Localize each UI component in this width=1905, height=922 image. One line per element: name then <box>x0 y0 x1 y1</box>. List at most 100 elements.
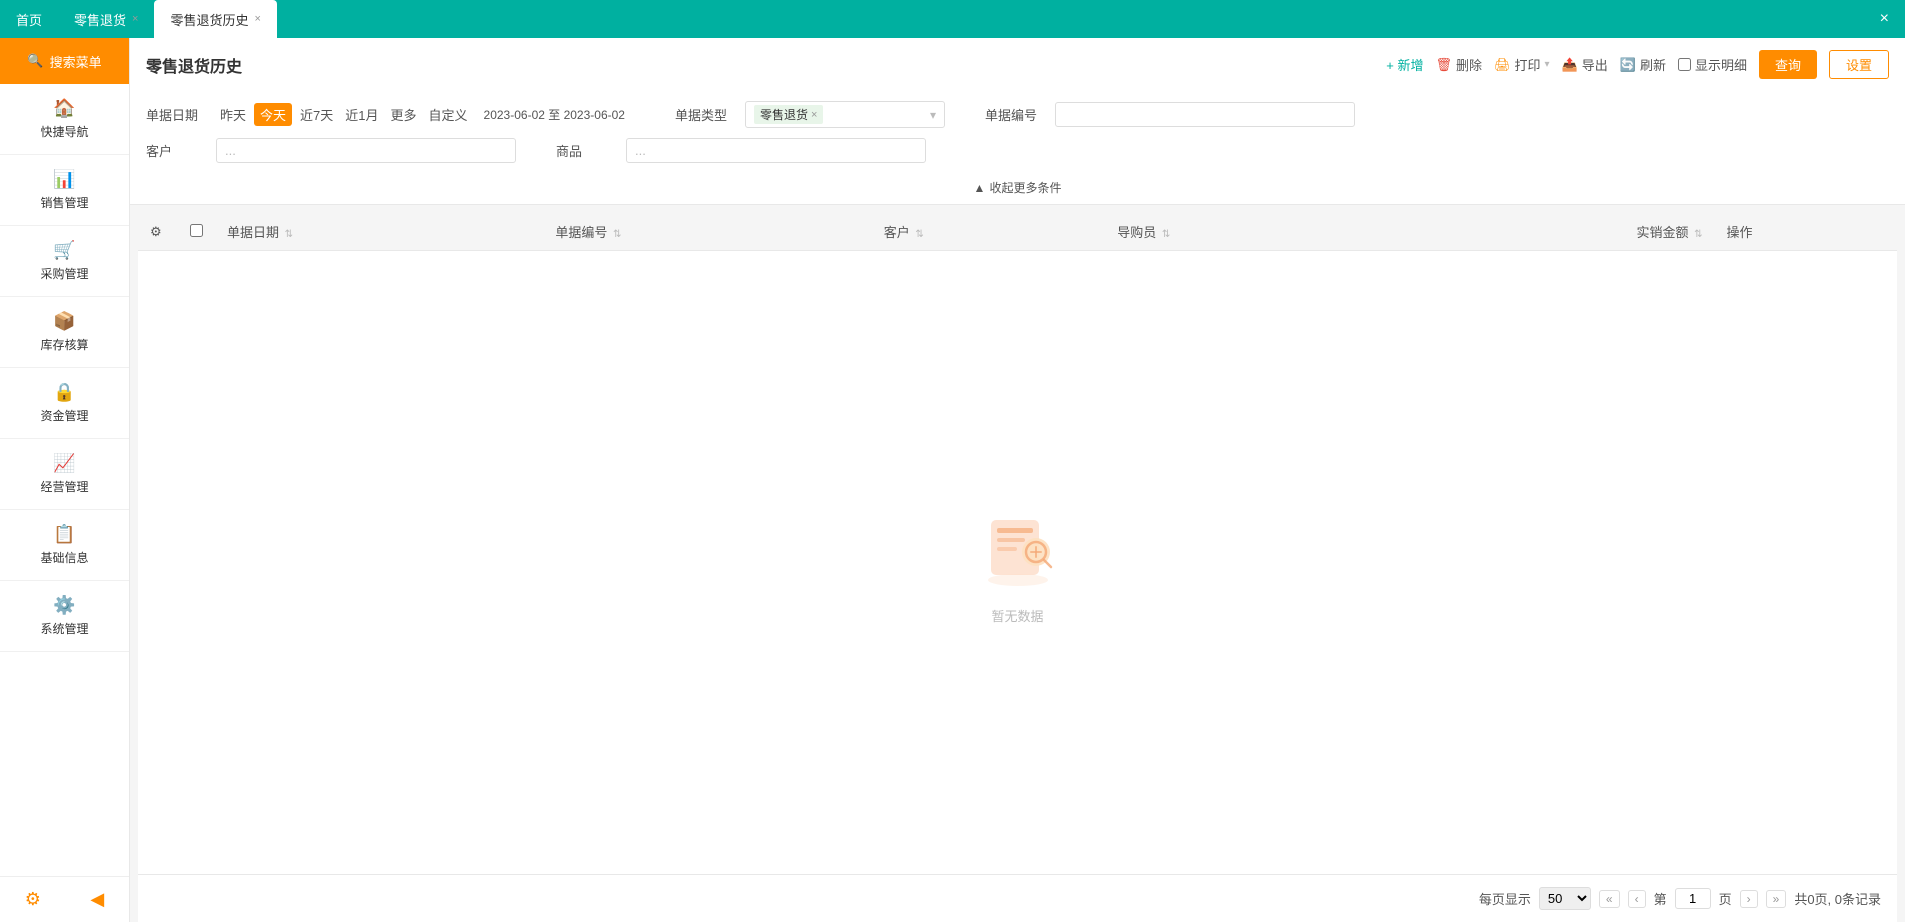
toolbar: + 新增 🗑 删除 🖨 打印 ▾ 📤 导出 🔄 <box>1386 50 1889 79</box>
date-opt-today[interactable]: 今天 <box>254 103 292 126</box>
number-filter-label: 单据编号 <box>985 105 1055 124</box>
finance-icon: 🔒 <box>53 382 75 403</box>
sidebar-item-label: 采购管理 <box>40 265 88 282</box>
th-checkbox <box>178 213 215 251</box>
type-dropdown-icon: ▾ <box>930 108 936 122</box>
refresh-button[interactable]: 🔄 刷新 <box>1620 55 1666 74</box>
print-button[interactable]: 🖨 打印 ▾ <box>1494 55 1550 74</box>
filter-row-customer: 客户 ... 商品 ... <box>146 138 1889 163</box>
sidebar-search-label: 搜索菜单 <box>50 52 102 71</box>
product-placeholder: ... <box>635 143 646 158</box>
date-opt-7days[interactable]: 近7天 <box>296 103 337 126</box>
filter-row-date: 单据日期 昨天 今天 近7天 近1月 更多 自定义 2023-06-02 至 2… <box>146 101 1889 128</box>
select-all-checkbox[interactable] <box>190 224 203 237</box>
sidebar: 🔍 搜索菜单 🏠 快捷导航 📊 销售管理 🛒 采购管理 📦 库存核算 🔒 资金管… <box>0 38 130 922</box>
show-detail-checkbox-input[interactable] <box>1678 58 1691 71</box>
sidebar-item-quick-nav[interactable]: 🏠 快捷导航 <box>0 84 129 155</box>
th-amount[interactable]: 实销金额 ⇅ <box>1386 213 1714 251</box>
sidebar-item-purchase[interactable]: 🛒 采购管理 <box>0 226 129 297</box>
settings-bottom-icon[interactable]: ⚙ <box>25 889 41 910</box>
page-header: 零售退货历史 + 新增 🗑 删除 🖨 打印 ▾ 📤 导出 <box>130 38 1905 205</box>
purchase-icon: 🛒 <box>53 240 75 261</box>
main-table: ⚙ 单据日期 ⇅ 单据编号 <box>138 213 1897 251</box>
th-number[interactable]: 单据编号 ⇅ <box>543 213 871 251</box>
product-filter-label: 商品 <box>556 141 626 160</box>
customer-filter-input[interactable]: ... <box>216 138 516 163</box>
delete-icon: 🗑 <box>1435 57 1452 73</box>
sidebar-item-sales[interactable]: 📊 销售管理 <box>0 155 129 226</box>
sidebar-item-label: 基础信息 <box>40 549 88 566</box>
empty-state: 暂无数据 <box>138 251 1897 874</box>
table-area: ⚙ 单据日期 ⇅ 单据编号 <box>138 213 1897 922</box>
tab-retail-return[interactable]: 零售退货 × <box>58 0 154 38</box>
refresh-icon: 🔄 <box>1620 57 1636 73</box>
tab-retail-return-history[interactable]: 零售退货历史 × <box>154 0 276 38</box>
table-header-row: ⚙ 单据日期 ⇅ 单据编号 <box>138 213 1897 251</box>
customer-placeholder: ... <box>225 143 236 158</box>
show-detail-toggle[interactable]: 显示明细 <box>1678 55 1747 74</box>
content-area: 零售退货历史 + 新增 🗑 删除 🖨 打印 ▾ 📤 导出 <box>130 38 1905 922</box>
type-filter-tag-retail: 零售退货 × <box>754 105 823 124</box>
per-page-select[interactable]: 10 20 50 100 <box>1539 887 1591 910</box>
th-date[interactable]: 单据日期 ⇅ <box>215 213 543 251</box>
collapse-label: 收起更多条件 <box>989 179 1061 196</box>
inventory-icon: 📦 <box>53 311 75 332</box>
page-number-input[interactable] <box>1675 888 1711 909</box>
sidebar-item-system[interactable]: ⚙️ 系统管理 <box>0 581 129 652</box>
sidebar-item-finance[interactable]: 🔒 资金管理 <box>0 368 129 439</box>
th-gear: ⚙ <box>138 213 178 251</box>
empty-text: 暂无数据 <box>991 606 1043 625</box>
product-filter-input[interactable]: ... <box>626 138 926 163</box>
type-filter-tag-close[interactable]: × <box>811 109 817 121</box>
query-button[interactable]: 查询 <box>1759 50 1817 79</box>
system-icon: ⚙️ <box>53 595 75 616</box>
date-opt-yesterday[interactable]: 昨天 <box>216 103 250 126</box>
quick-nav-icon: 🏠 <box>53 98 75 119</box>
window-close-btn[interactable]: × <box>1880 10 1905 28</box>
last-page-btn[interactable]: » <box>1766 890 1787 908</box>
sidebar-item-inventory[interactable]: 📦 库存核算 <box>0 297 129 368</box>
table-scroll-area: ⚙ 单据日期 ⇅ 单据编号 <box>138 213 1897 874</box>
page-title: 零售退货历史 <box>146 53 242 77</box>
add-button[interactable]: + 新增 <box>1386 55 1423 74</box>
tab-retail-return-label: 零售退货 <box>74 10 126 29</box>
page-title-row: 零售退货历史 + 新增 🗑 删除 🖨 打印 ▾ 📤 导出 <box>146 50 1889 79</box>
tab-retail-return-history-close[interactable]: × <box>254 13 260 25</box>
content-inner: ⚙ 单据日期 ⇅ 单据编号 <box>130 205 1905 922</box>
search-icon: 🔍 <box>27 53 43 69</box>
sidebar-search[interactable]: 🔍 搜索菜单 <box>0 38 129 84</box>
filter-area: 单据日期 昨天 今天 近7天 近1月 更多 自定义 2023-06-02 至 2… <box>146 91 1889 204</box>
print-dropdown-icon: ▾ <box>1545 59 1550 70</box>
collapse-filters-btn[interactable]: ▲ 收起更多条件 <box>146 173 1889 204</box>
number-filter-input[interactable] <box>1055 102 1355 127</box>
basic-info-icon: 📋 <box>53 524 75 545</box>
delete-button[interactable]: 🗑 删除 <box>1435 55 1482 74</box>
th-actions: 操作 <box>1715 213 1897 251</box>
date-opt-1month[interactable]: 近1月 <box>341 103 382 126</box>
collapse-sidebar-icon[interactable]: ◀ <box>90 889 104 910</box>
gear-icon[interactable]: ⚙ <box>150 224 162 239</box>
sidebar-item-basic-info[interactable]: 📋 基础信息 <box>0 510 129 581</box>
sidebar-item-operations[interactable]: 📈 经营管理 <box>0 439 129 510</box>
sales-icon: 📊 <box>53 169 75 190</box>
first-page-btn[interactable]: « <box>1599 890 1620 908</box>
export-button[interactable]: 📤 导出 <box>1562 55 1608 74</box>
empty-illustration <box>973 500 1063 590</box>
filter-date-options: 昨天 今天 近7天 近1月 更多 自定义 2023-06-02 至 2023-0… <box>216 103 625 126</box>
type-filter-label: 单据类型 <box>675 105 745 124</box>
sidebar-item-label: 快捷导航 <box>40 123 88 140</box>
prev-page-btn[interactable]: ‹ <box>1628 890 1646 908</box>
sort-guide-icon: ⇅ <box>1162 229 1170 240</box>
tab-home[interactable]: 首页 <box>0 0 58 38</box>
th-guide[interactable]: 导购员 ⇅ <box>1105 213 1386 251</box>
sidebar-item-label: 经营管理 <box>40 478 88 495</box>
tab-retail-return-close[interactable]: × <box>132 13 138 25</box>
type-filter-select[interactable]: 零售退货 × ▾ <box>745 101 945 128</box>
next-page-btn[interactable]: › <box>1740 890 1758 908</box>
date-opt-custom[interactable]: 自定义 <box>425 103 472 126</box>
settings-button[interactable]: 设置 <box>1829 50 1889 79</box>
main-layout: 🔍 搜索菜单 🏠 快捷导航 📊 销售管理 🛒 采购管理 📦 库存核算 🔒 资金管… <box>0 38 1905 922</box>
date-opt-more[interactable]: 更多 <box>387 103 421 126</box>
pagination: 每页显示 10 20 50 100 « ‹ 第 页 › » 共0页, 0条记录 <box>138 874 1897 922</box>
th-customer[interactable]: 客户 ⇅ <box>872 213 1106 251</box>
